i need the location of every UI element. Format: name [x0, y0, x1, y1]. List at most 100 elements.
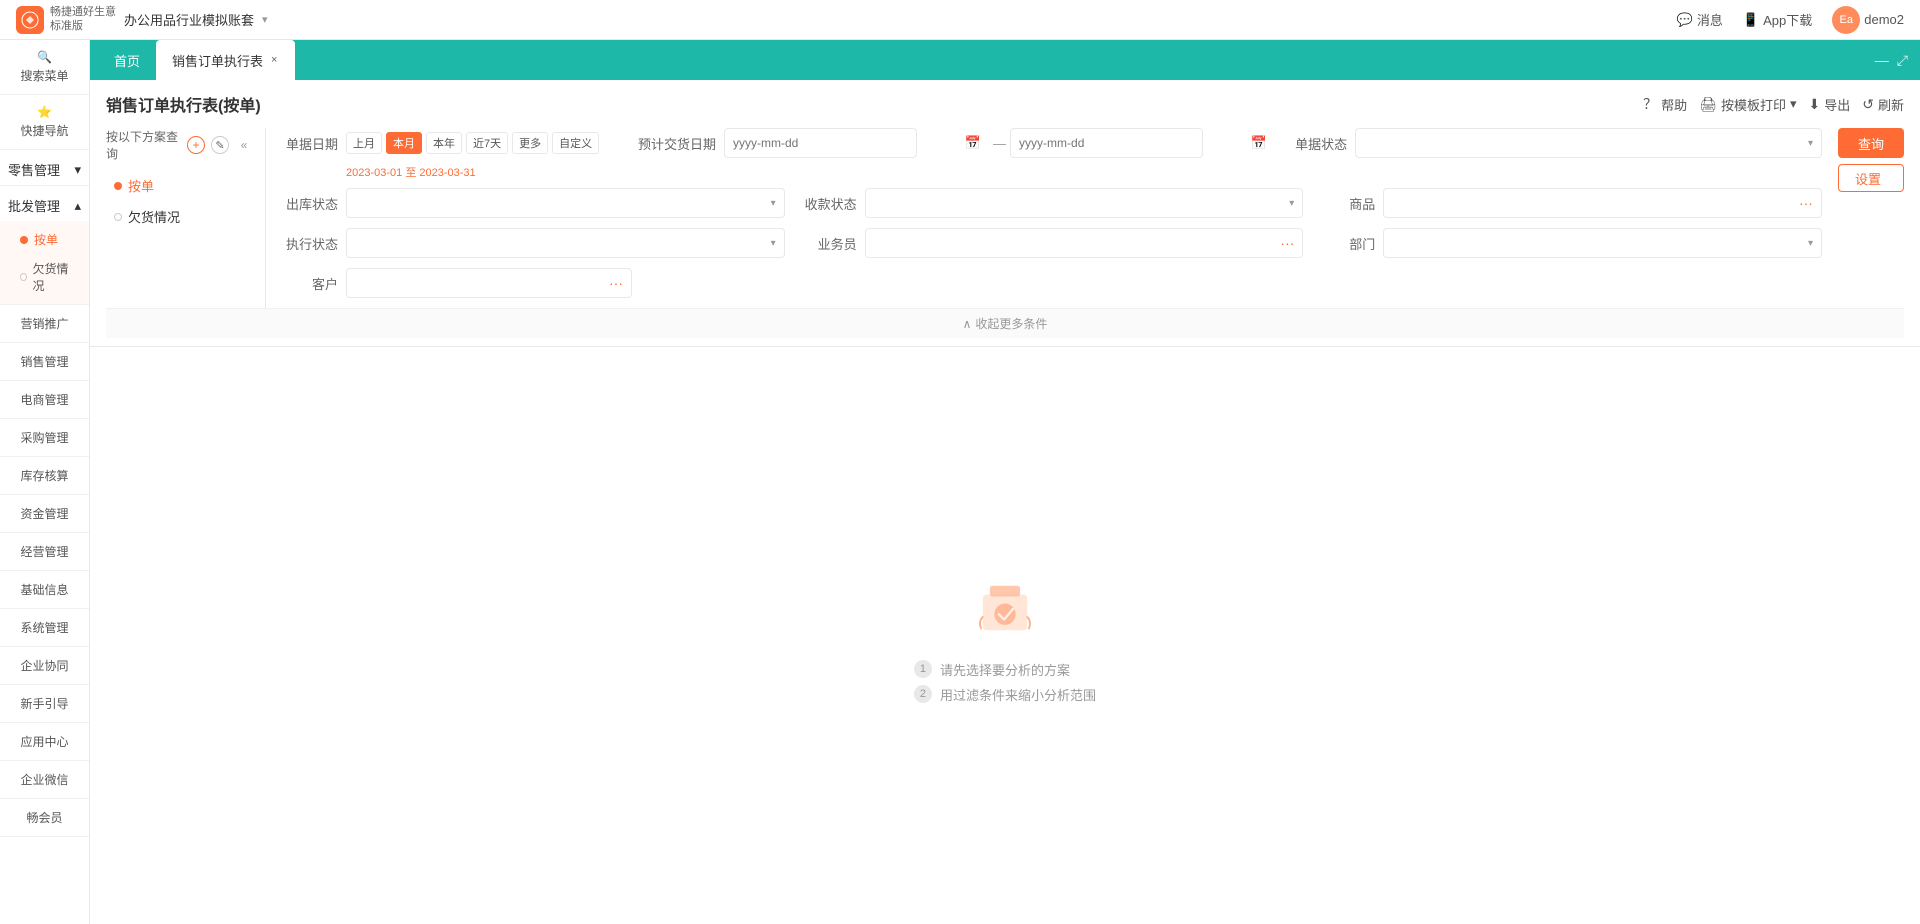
settings-button[interactable]: 设置 [1838, 164, 1904, 192]
sidebar-item-wechat[interactable]: 企业微信 [0, 761, 89, 799]
customer-dropdown[interactable]: ··· [346, 268, 632, 298]
scheme-add-button[interactable]: + [187, 136, 205, 154]
goods-dropdown[interactable]: ··· [1383, 188, 1822, 218]
empty-state: 1 请先选择要分析的方案 2 用过滤条件来缩小分析范围 [90, 347, 1920, 924]
date-label: 单据日期 [282, 134, 338, 153]
sidebar-section-retail: 零售管理 ▾ [0, 150, 89, 186]
filter-panel: 销售订单执行表(按单) ？ 帮助 🖨 按模板打印 ▾ ⬇ [90, 80, 1920, 347]
main-layout: 🔍 搜索菜单 ⭐ 快捷导航 零售管理 ▾ 批发管理 ▴ 按单 [0, 40, 1920, 924]
date-btn-more[interactable]: 更多 [512, 132, 548, 154]
sidebar-item-member[interactable]: 畅会员 [0, 799, 89, 837]
date-quick-btns: 上月 本月 本年 近7天 更多 自定义 [346, 132, 622, 154]
salesperson-more-icon[interactable]: ··· [1280, 235, 1294, 251]
sidebar-item-retail[interactable]: 零售管理 ▾ [0, 150, 89, 185]
active-dot-icon [20, 236, 28, 244]
sidebar-item-appcenter[interactable]: 应用中心 [0, 723, 89, 761]
sidebar-item-inventory[interactable]: 库存核算 [0, 457, 89, 495]
date-btn-custom[interactable]: 自定义 [552, 132, 599, 154]
filter-right: 单据日期 上月 本月 本年 近7天 更多 [266, 128, 1904, 308]
tab-minimize-icon[interactable]: — [1875, 52, 1889, 68]
empty-step-1: 1 请先选择要分析的方案 [914, 660, 1096, 679]
tab-bar-actions: — ⤢ [1875, 52, 1920, 69]
filter-field-dept: 部门 ▾ [1319, 228, 1822, 258]
exec-status-control: ▾ [346, 228, 785, 258]
sidebar-item-newbie[interactable]: 新手引导 [0, 685, 89, 723]
filter-field-receipt-status: 收款状态 ▾ [801, 188, 1304, 218]
out-status-arrow-icon: ▾ [771, 198, 776, 209]
expected-date-from-input[interactable] [724, 128, 917, 158]
collapse-bar[interactable]: ∧ 收起更多条件 [106, 308, 1904, 338]
customer-more-icon[interactable]: ··· [609, 275, 623, 291]
message-icon: 💬 [1677, 12, 1693, 28]
wholesale-arrow-icon: ▴ [74, 198, 81, 214]
receipt-status-dropdown[interactable]: ▾ [865, 188, 1304, 218]
scheme-item-shortage[interactable]: 欠货情况 [106, 201, 253, 232]
user-avatar: Ea [1832, 6, 1860, 34]
sidebar-search-menu[interactable]: 🔍 搜索菜单 [0, 40, 89, 95]
refresh-action[interactable]: ↺ 刷新 [1862, 95, 1904, 114]
filter-body: 按以下方案查询 + ✎ « 按单 欠货情况 [106, 128, 1904, 308]
exec-status-dropdown[interactable]: ▾ [346, 228, 785, 258]
scheme-collapse-button[interactable]: « [235, 136, 253, 154]
sidebar-item-finance[interactable]: 资金管理 [0, 495, 89, 533]
receipt-status-control: ▾ [865, 188, 1304, 218]
calendar-to-icon: 📅 [1251, 135, 1267, 151]
sidebar-sub-item-欠货情况[interactable]: 欠货情况 [8, 254, 81, 300]
date-btn-last-month[interactable]: 上月 [346, 132, 382, 154]
date-range-text: 2023-03-01 至 2023-03-31 [346, 164, 476, 180]
sidebar-sub-item-按单[interactable]: 按单 [8, 225, 81, 254]
sidebar-item-system[interactable]: 系统管理 [0, 609, 89, 647]
scheme-edit-button[interactable]: ✎ [211, 136, 229, 154]
breadcrumb-arrow[interactable]: ▾ [262, 13, 268, 26]
salesperson-label: 业务员 [801, 234, 857, 253]
export-action[interactable]: ⬇ 导出 [1809, 95, 1851, 114]
date-btn-last-7[interactable]: 近7天 [466, 132, 508, 154]
sidebar-item-wholesale[interactable]: 批发管理 ▴ [0, 186, 89, 221]
sidebar-item-sales[interactable]: 销售管理 [0, 343, 89, 381]
print-icon: 🖨 [1699, 96, 1717, 113]
sidebar-item-purchase[interactable]: 采购管理 [0, 419, 89, 457]
tab-close-icon[interactable]: × [269, 53, 279, 67]
date-btn-this-month[interactable]: 本月 [386, 132, 422, 154]
dept-dropdown[interactable]: ▾ [1383, 228, 1822, 258]
scheme-item-by-order[interactable]: 按单 [106, 170, 253, 201]
goods-more-icon[interactable]: ··· [1799, 195, 1813, 211]
out-status-dropdown[interactable]: ▾ [346, 188, 785, 218]
tab-sales-order[interactable]: 销售订单执行表 × [156, 40, 295, 80]
expected-date-to-input[interactable] [1010, 128, 1203, 158]
query-button[interactable]: 查询 [1838, 128, 1904, 158]
scheme-active-dot [114, 182, 122, 190]
message-action[interactable]: 💬 消息 [1677, 10, 1723, 29]
filter-field-expected-date: 预计交货日期 📅 — [638, 128, 1275, 158]
empty-steps: 1 请先选择要分析的方案 2 用过滤条件来缩小分析范围 [914, 660, 1096, 704]
filter-field-customer: 客户 ··· [282, 268, 632, 298]
logo-area: 畅捷通好生意 标准版 [16, 6, 116, 34]
receipt-status-label: 收款状态 [801, 194, 857, 213]
order-status-dropdown[interactable]: ▾ [1355, 128, 1822, 158]
search-icon: 🔍 [37, 50, 52, 64]
tab-home[interactable]: 首页 [98, 40, 156, 80]
date-btn-this-year[interactable]: 本年 [426, 132, 462, 154]
top-header: 畅捷通好生意 标准版 办公用品行业模拟账套 ▾ 💬 消息 📱 App下载 Ea … [0, 0, 1920, 40]
sidebar-item-marketing[interactable]: 营销推广 [0, 305, 89, 343]
page-title: 销售订单执行表(按单) [106, 92, 261, 116]
customer-label: 客户 [282, 274, 338, 293]
sidebar-quick-nav[interactable]: ⭐ 快捷导航 [0, 95, 89, 150]
sidebar-item-basic[interactable]: 基础信息 [0, 571, 89, 609]
sidebar-item-enterprise[interactable]: 企业协同 [0, 647, 89, 685]
wholesale-submenu: 按单 欠货情况 [0, 221, 89, 304]
download-icon: 📱 [1743, 12, 1759, 28]
sidebar-section-wholesale: 批发管理 ▴ 按单 欠货情况 [0, 186, 89, 305]
refresh-icon: ↺ [1862, 96, 1874, 113]
sidebar-item-operations[interactable]: 经营管理 [0, 533, 89, 571]
app-download-action[interactable]: 📱 App下载 [1743, 10, 1812, 29]
help-action[interactable]: ？ 帮助 [1643, 94, 1687, 114]
dept-arrow-icon: ▾ [1808, 238, 1813, 249]
user-menu[interactable]: Ea demo2 [1832, 6, 1904, 34]
calendar-from-icon: 📅 [965, 135, 981, 151]
sidebar-item-ecommerce[interactable]: 电商管理 [0, 381, 89, 419]
print-action[interactable]: 🖨 按模板打印 ▾ [1699, 95, 1796, 114]
salesperson-dropdown[interactable]: ··· [865, 228, 1304, 258]
export-icon: ⬇ [1809, 96, 1821, 113]
tab-maximize-icon[interactable]: ⤢ [1897, 52, 1908, 69]
